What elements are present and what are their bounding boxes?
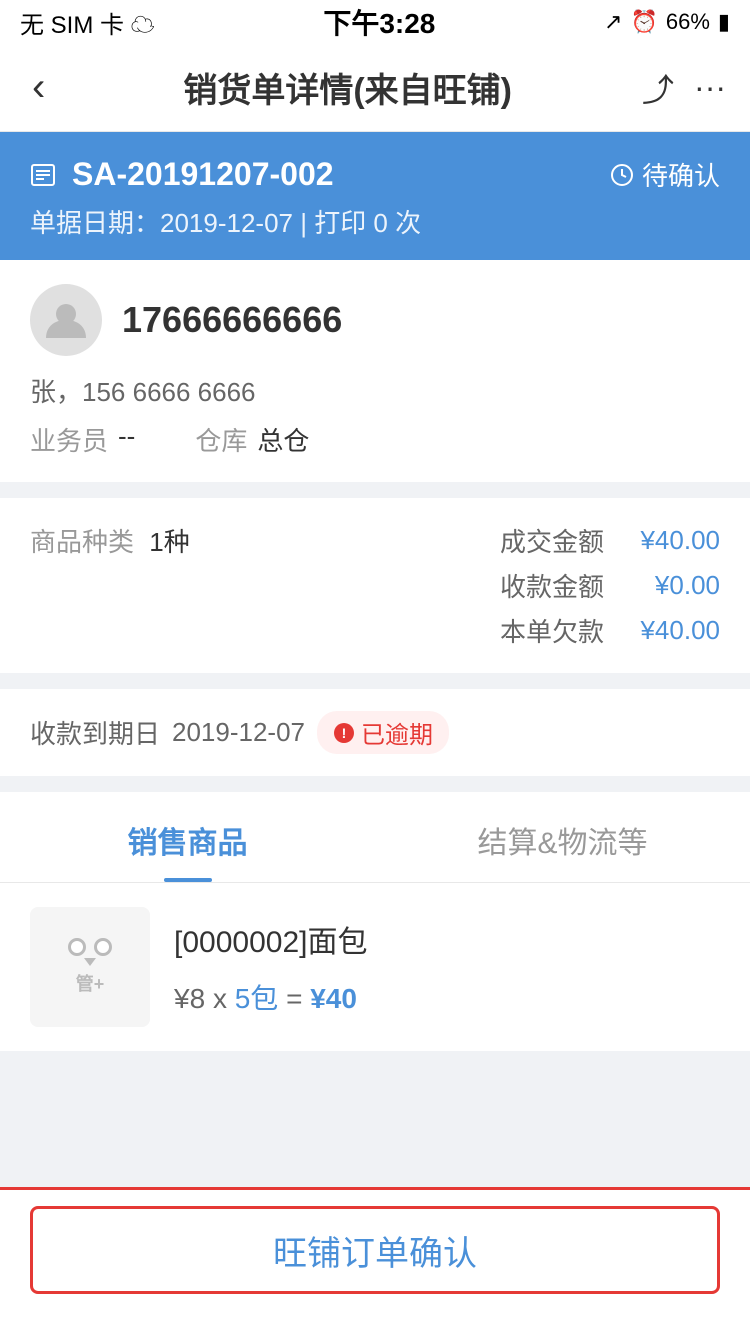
sales-rep-label: 业务员 bbox=[30, 421, 108, 458]
customer-card: 17666666666 张，156 6666 6666 业务员 -- 仓库 总仓 bbox=[0, 260, 750, 482]
nav-bar: ‹ 销货单详情(来自旺铺) ⤴ ··· bbox=[0, 44, 750, 132]
owed-amount-value: ¥40.00 bbox=[620, 615, 720, 646]
product-types-value: 1种 bbox=[149, 527, 189, 557]
status-bar: 无 SIM 卡 ☁ 下午3:28 ↗ ⏰ 66% ▮ bbox=[0, 0, 750, 44]
product-name: [0000002]面包 bbox=[174, 917, 720, 961]
customer-row: 17666666666 bbox=[30, 284, 720, 356]
header-card-top: SA-20191207-002 待确认 bbox=[30, 156, 720, 193]
bottom-bar: 旺铺订单确认 bbox=[0, 1187, 750, 1334]
order-icon bbox=[30, 161, 62, 189]
status-right: ↗ ⏰ 66% ▮ bbox=[604, 9, 730, 35]
back-button[interactable]: ‹ bbox=[24, 57, 53, 118]
product-types-label: 商品种类 bbox=[30, 527, 134, 557]
sim-status: 无 SIM 卡 ☁ bbox=[20, 5, 155, 40]
avatar bbox=[30, 284, 102, 356]
tab-sales-products[interactable]: 销售商品 bbox=[0, 792, 375, 882]
product-price: ¥8 x 5包 = ¥40 bbox=[174, 977, 720, 1017]
product-image: 管+ bbox=[30, 907, 150, 1027]
battery-level: 66% bbox=[666, 9, 710, 35]
sales-rep: 业务员 -- bbox=[30, 421, 135, 458]
product-total: ¥40 bbox=[310, 983, 357, 1014]
overdue-text: 已逾期 bbox=[361, 715, 433, 750]
price-equals: = bbox=[286, 983, 310, 1014]
sales-rep-value: -- bbox=[118, 421, 135, 458]
tabs: 销售商品 结算&物流等 bbox=[0, 792, 750, 883]
owed-amount-row: 本单欠款 ¥40.00 bbox=[500, 612, 720, 649]
tab-settlement[interactable]: 结算&物流等 bbox=[375, 792, 750, 882]
confirm-button[interactable]: 旺铺订单确认 bbox=[30, 1206, 720, 1294]
svg-text:!: ! bbox=[342, 725, 347, 741]
nav-actions: ⤴ ··· bbox=[642, 65, 726, 111]
owl-logo: 管+ bbox=[50, 937, 130, 997]
order-id: SA-20191207-002 bbox=[30, 156, 334, 193]
status-time: 下午3:28 bbox=[323, 2, 435, 42]
product-card: 管+ [0000002]面包 ¥8 x 5包 = ¥40 bbox=[0, 883, 750, 1051]
product-types: 商品种类 1种 bbox=[30, 522, 190, 559]
deal-amount-label: 成交金额 bbox=[500, 522, 604, 559]
product-info: [0000002]面包 ¥8 x 5包 = ¥40 bbox=[174, 917, 720, 1017]
warehouse: 仓库 总仓 bbox=[195, 421, 309, 458]
battery-icon: ▮ bbox=[718, 9, 730, 35]
alarm-icon: ⏰ bbox=[630, 9, 657, 35]
received-amount-row: 收款金额 ¥0.00 bbox=[500, 567, 720, 604]
warehouse-value: 总仓 bbox=[257, 421, 309, 458]
price-multiply: x bbox=[213, 983, 235, 1014]
overdue-badge: ! 已逾期 bbox=[317, 711, 449, 754]
header-card: SA-20191207-002 待确认 单据日期：2019-12-07 | 打印… bbox=[0, 132, 750, 260]
amounts: 成交金额 ¥40.00 收款金额 ¥0.00 本单欠款 ¥40.00 bbox=[500, 522, 720, 649]
order-status: 待确认 bbox=[610, 156, 720, 193]
clock-icon bbox=[610, 163, 634, 187]
owed-amount-label: 本单欠款 bbox=[500, 612, 604, 649]
customer-meta: 业务员 -- 仓库 总仓 bbox=[30, 421, 720, 458]
warehouse-label: 仓库 bbox=[195, 421, 247, 458]
customer-name: 张，156 6666 6666 bbox=[30, 372, 720, 409]
received-amount-value: ¥0.00 bbox=[620, 570, 720, 601]
price-unit: ¥8 bbox=[174, 983, 205, 1014]
deal-amount-row: 成交金额 ¥40.00 bbox=[500, 522, 720, 559]
received-amount-label: 收款金额 bbox=[500, 567, 604, 604]
order-date: 单据日期：2019-12-07 | 打印 0 次 bbox=[30, 203, 720, 240]
more-button[interactable]: ··· bbox=[694, 69, 726, 106]
location-icon: ↗ bbox=[604, 9, 622, 35]
due-date-label: 收款到期日 bbox=[30, 714, 160, 751]
product-quantity: 5包 bbox=[235, 983, 279, 1014]
due-date-value: 2019-12-07 bbox=[172, 717, 305, 748]
summary-card: 商品种类 1种 成交金额 ¥40.00 收款金额 ¥0.00 本单欠款 ¥40.… bbox=[0, 498, 750, 673]
deal-amount-value: ¥40.00 bbox=[620, 525, 720, 556]
status-left: 无 SIM 卡 ☁ bbox=[20, 5, 155, 40]
due-date-card: 收款到期日 2019-12-07 ! 已逾期 bbox=[0, 689, 750, 776]
warning-icon: ! bbox=[333, 722, 355, 744]
customer-phone: 17666666666 bbox=[122, 299, 342, 341]
page-title: 销货单详情(来自旺铺) bbox=[183, 63, 512, 112]
share-button[interactable]: ⤴ bbox=[642, 65, 674, 111]
